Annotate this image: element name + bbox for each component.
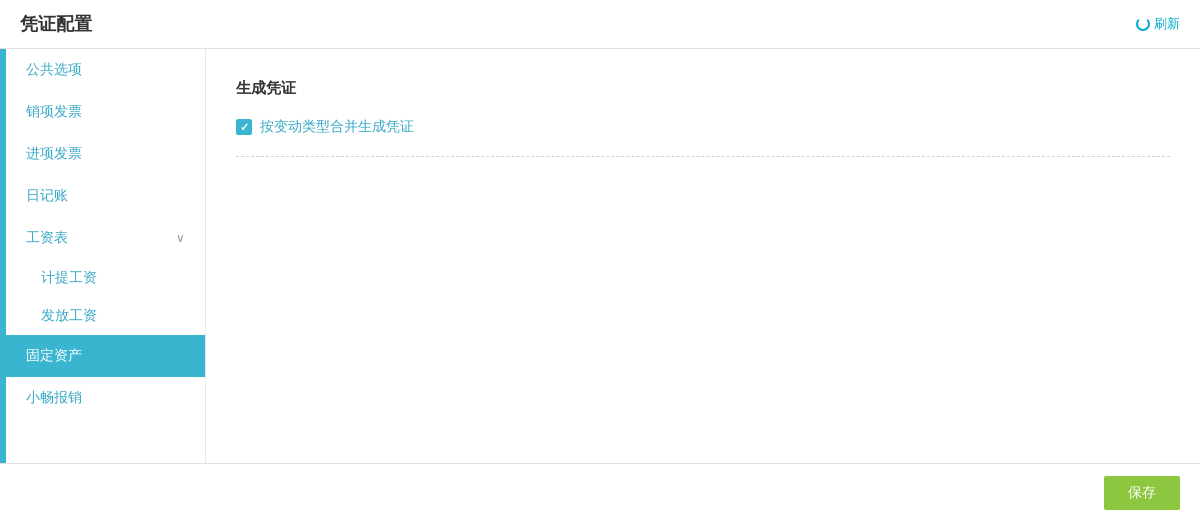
sidebar-item-label: 固定资产: [26, 347, 82, 365]
sidebar-item-label: 销项发票: [26, 103, 82, 121]
sidebar-item-label: 日记账: [26, 187, 68, 205]
sidebar-item-label: 小畅报销: [26, 389, 82, 407]
content-area: 生成凭证 按变动类型合并生成凭证: [206, 49, 1200, 463]
sidebar-item-payroll-pay[interactable]: 发放工资: [6, 297, 205, 335]
main-layout: 公共选项 销项发票 进项发票 日记账 工资表 ∨ 计提工资 发放工资 固定资: [0, 49, 1200, 463]
page-title: 凭证配置: [20, 12, 92, 36]
sidebar-item-public[interactable]: 公共选项: [6, 49, 205, 91]
refresh-icon: [1136, 17, 1150, 31]
refresh-label: 刷新: [1154, 15, 1180, 33]
sidebar-item-label: 公共选项: [26, 61, 82, 79]
divider: [236, 156, 1170, 157]
sidebar-item-payroll[interactable]: 工资表 ∨: [6, 217, 205, 259]
refresh-button[interactable]: 刷新: [1136, 15, 1180, 33]
sidebar-item-sales-invoice[interactable]: 销项发票: [6, 91, 205, 133]
sidebar-item-label: 进项发票: [26, 145, 82, 163]
checkbox-row[interactable]: 按变动类型合并生成凭证: [236, 118, 1170, 136]
checkbox-label: 按变动类型合并生成凭证: [260, 118, 414, 136]
save-button[interactable]: 保存: [1104, 476, 1180, 510]
section-title: 生成凭证: [236, 79, 1170, 98]
page-header: 凭证配置 刷新: [0, 0, 1200, 49]
sidebar-item-fixed-assets[interactable]: 固定资产: [6, 335, 205, 377]
sidebar-item-label: 工资表: [26, 229, 68, 247]
sidebar-item-label: 计提工资: [41, 269, 97, 285]
sidebar: 公共选项 销项发票 进项发票 日记账 工资表 ∨ 计提工资 发放工资 固定资: [6, 49, 206, 463]
chevron-down-icon: ∨: [176, 231, 185, 245]
sidebar-item-expense[interactable]: 小畅报销: [6, 377, 205, 419]
sidebar-item-journal[interactable]: 日记账: [6, 175, 205, 217]
sidebar-item-purchase-invoice[interactable]: 进项发票: [6, 133, 205, 175]
merge-checkbox[interactable]: [236, 119, 252, 135]
page-footer: 保存: [0, 463, 1200, 522]
sidebar-item-payroll-calc[interactable]: 计提工资: [6, 259, 205, 297]
sidebar-item-label: 发放工资: [41, 307, 97, 323]
